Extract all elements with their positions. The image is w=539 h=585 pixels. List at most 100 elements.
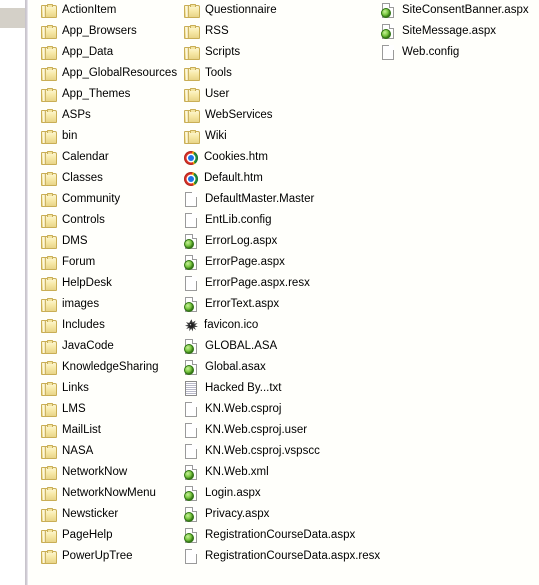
- file-item[interactable]: ErrorPage.aspx.resx: [184, 273, 384, 294]
- folder-name: Classes: [62, 172, 103, 184]
- folder-item[interactable]: NetworkNowMenu: [41, 483, 189, 504]
- folder-item[interactable]: WebServices: [184, 105, 384, 126]
- folder-item[interactable]: User: [184, 84, 384, 105]
- file-item[interactable]: RegistrationCourseData.aspx: [184, 525, 384, 546]
- folder-item[interactable]: Includes: [41, 315, 189, 336]
- page-icon: [185, 549, 197, 564]
- folder-name: DMS: [62, 235, 88, 247]
- file-name: SiteConsentBanner.aspx: [402, 4, 529, 16]
- folder-icon: [41, 192, 57, 207]
- folder-name: Links: [62, 382, 89, 394]
- folder-item[interactable]: Links: [41, 378, 189, 399]
- file-item[interactable]: KN.Web.csproj: [184, 399, 384, 420]
- folder-name: KnowledgeSharing: [62, 361, 159, 373]
- page-icon: [185, 444, 197, 459]
- folder-item[interactable]: KnowledgeSharing: [41, 357, 189, 378]
- folder-item[interactable]: LMS: [41, 399, 189, 420]
- folder-name: Newsticker: [62, 508, 119, 520]
- folder-item[interactable]: Controls: [41, 210, 189, 231]
- folder-icon: [41, 108, 57, 123]
- folder-name: Calendar: [62, 151, 109, 163]
- folder-name: WebServices: [205, 109, 273, 121]
- file-item[interactable]: Default.htm: [184, 168, 384, 189]
- folder-item[interactable]: RSS: [184, 21, 384, 42]
- folder-name: Forum: [62, 256, 96, 268]
- folder-item[interactable]: Wiki: [184, 126, 384, 147]
- file-item[interactable]: ErrorLog.aspx: [184, 231, 384, 252]
- file-name: KN.Web.xml: [205, 466, 269, 478]
- folder-icon: [41, 150, 57, 165]
- folder-item[interactable]: HelpDesk: [41, 273, 189, 294]
- folder-icon: [41, 24, 57, 39]
- folder-item[interactable]: DMS: [41, 231, 189, 252]
- file-item[interactable]: Cookies.htm: [184, 147, 384, 168]
- file-name: KN.Web.csproj.vspscc: [205, 445, 320, 457]
- folder-item[interactable]: PowerUpTree: [41, 546, 189, 567]
- folder-item[interactable]: bin: [41, 126, 189, 147]
- folder-icon: [41, 297, 57, 312]
- aspx-page-icon: [184, 297, 197, 312]
- folder-item[interactable]: App_Data: [41, 42, 189, 63]
- folder-item[interactable]: images: [41, 294, 189, 315]
- gutter-gray-block: [0, 8, 25, 28]
- file-item[interactable]: KN.Web.csproj.user: [184, 420, 384, 441]
- file-item[interactable]: favicon.ico: [184, 315, 384, 336]
- folder-item[interactable]: NASA: [41, 441, 189, 462]
- folder-item[interactable]: App_Themes: [41, 84, 189, 105]
- file-item[interactable]: Privacy.aspx: [184, 504, 384, 525]
- folder-item[interactable]: Questionnaire: [184, 0, 384, 21]
- page-icon: [185, 423, 197, 438]
- aspx-page-icon: [381, 3, 394, 18]
- folder-item[interactable]: ASPs: [41, 105, 189, 126]
- file-item[interactable]: Web.config: [381, 42, 539, 63]
- page-icon: [185, 402, 197, 417]
- folder-name: Scripts: [205, 46, 241, 58]
- page-icon: [382, 45, 394, 60]
- file-item[interactable]: ErrorText.aspx: [184, 294, 384, 315]
- folder-icon: [184, 24, 200, 39]
- file-name: EntLib.config: [205, 214, 272, 226]
- folder-icon: [41, 87, 57, 102]
- folder-item[interactable]: Calendar: [41, 147, 189, 168]
- folder-icon: [41, 402, 57, 417]
- folder-item[interactable]: Forum: [41, 252, 189, 273]
- file-column-2: Questionnaire RSS Scripts Tools User WebServi…: [184, 0, 384, 567]
- file-item[interactable]: DefaultMaster.Master: [184, 189, 384, 210]
- file-name: Global.asax: [205, 361, 266, 373]
- folder-icon: [41, 381, 57, 396]
- file-item[interactable]: SiteMessage.aspx: [381, 21, 539, 42]
- file-item[interactable]: GLOBAL.ASA: [184, 336, 384, 357]
- folder-item[interactable]: JavaCode: [41, 336, 189, 357]
- folder-icon: [41, 171, 57, 186]
- folder-item[interactable]: App_Browsers: [41, 21, 189, 42]
- folder-item[interactable]: App_GlobalResources: [41, 63, 189, 84]
- file-item[interactable]: Global.asax: [184, 357, 384, 378]
- file-name: RegistrationCourseData.aspx: [205, 529, 356, 541]
- file-item[interactable]: ErrorPage.aspx: [184, 252, 384, 273]
- folder-item[interactable]: Tools: [184, 63, 384, 84]
- folder-icon: [41, 486, 57, 501]
- file-item[interactable]: KN.Web.csproj.vspscc: [184, 441, 384, 462]
- file-item[interactable]: EntLib.config: [184, 210, 384, 231]
- folder-item[interactable]: Newsticker: [41, 504, 189, 525]
- folder-icon: [184, 3, 200, 18]
- file-item[interactable]: Login.aspx: [184, 483, 384, 504]
- file-item[interactable]: KN.Web.xml: [184, 462, 384, 483]
- folder-name: PageHelp: [62, 529, 113, 541]
- file-item[interactable]: Hacked By...txt: [184, 378, 384, 399]
- folder-item[interactable]: PageHelp: [41, 525, 189, 546]
- folder-item[interactable]: Community: [41, 189, 189, 210]
- folder-icon: [184, 129, 200, 144]
- folder-item[interactable]: Scripts: [184, 42, 384, 63]
- folder-item[interactable]: MailList: [41, 420, 189, 441]
- folder-item[interactable]: Classes: [41, 168, 189, 189]
- file-name: ErrorPage.aspx.resx: [205, 277, 310, 289]
- folder-name: JavaCode: [62, 340, 114, 352]
- folder-name: User: [205, 88, 230, 100]
- file-name: SiteMessage.aspx: [402, 25, 496, 37]
- file-item[interactable]: SiteConsentBanner.aspx: [381, 0, 539, 21]
- folder-item[interactable]: NetworkNow: [41, 462, 189, 483]
- file-name: RegistrationCourseData.aspx.resx: [205, 550, 381, 562]
- folder-item[interactable]: ActionItem: [41, 0, 189, 21]
- file-item[interactable]: RegistrationCourseData.aspx.resx: [184, 546, 384, 567]
